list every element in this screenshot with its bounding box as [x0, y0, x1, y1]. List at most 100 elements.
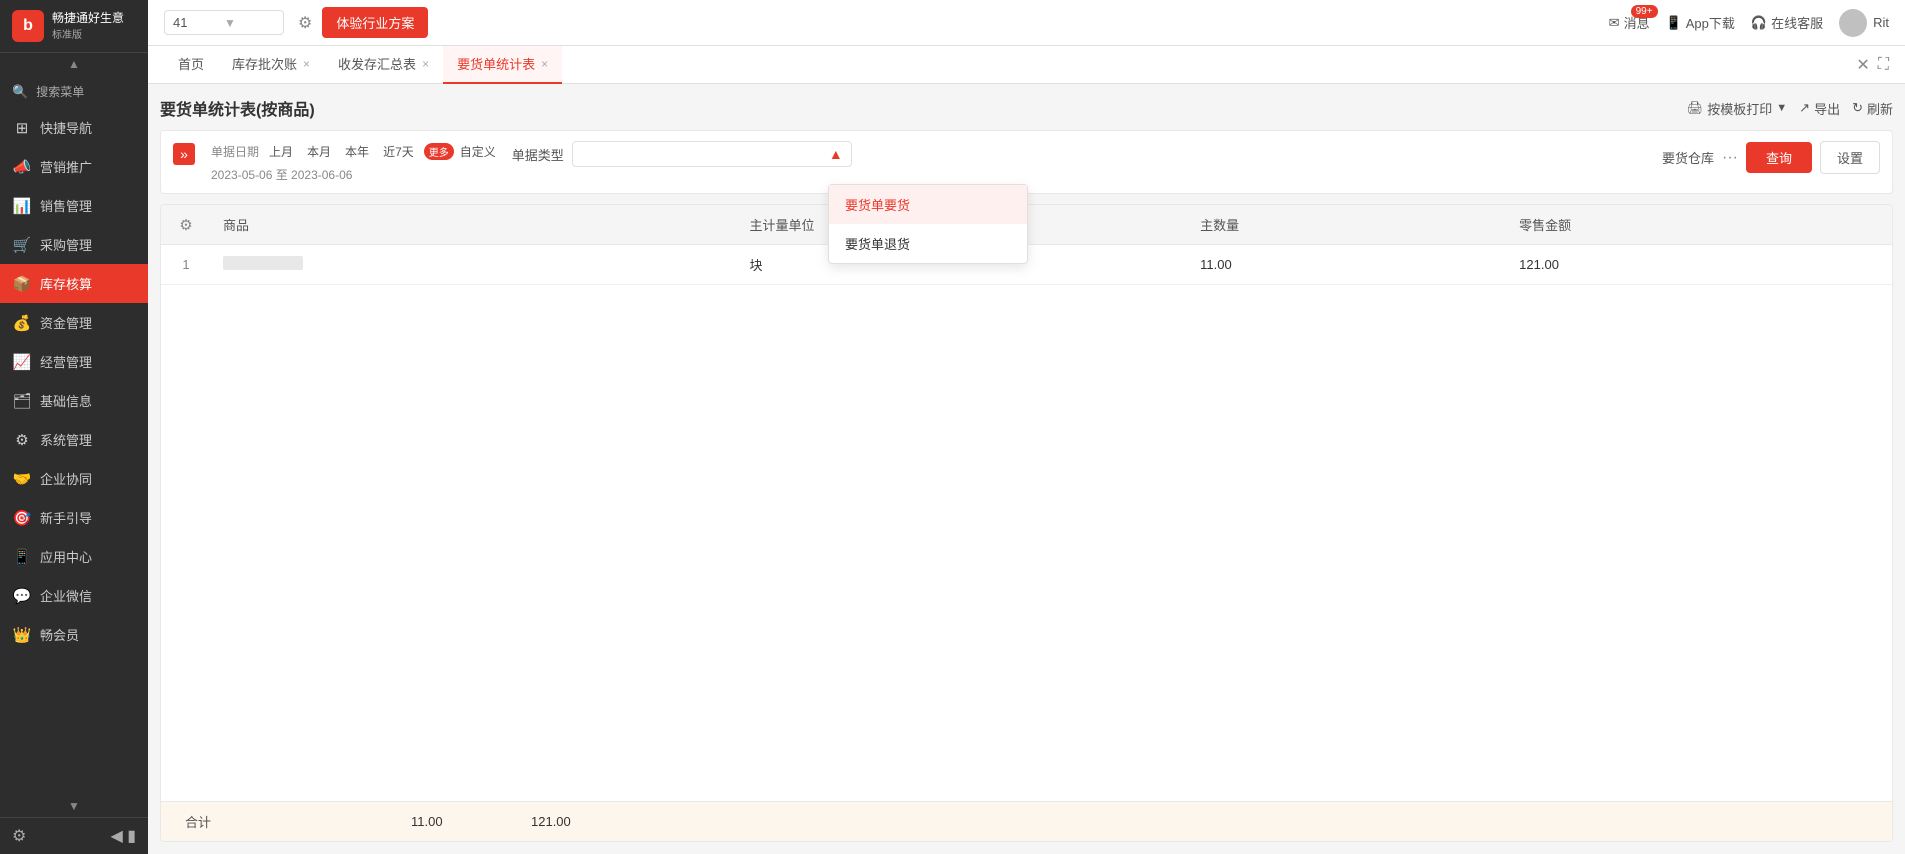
footer-amount: 121.00: [519, 814, 599, 829]
sidebar-item-finance[interactable]: 💰 资金管理: [0, 303, 148, 342]
avatar: [1839, 9, 1867, 37]
app-download-btn[interactable]: 📱 App下载: [1666, 13, 1735, 32]
tab-batch-account[interactable]: 库存批次账 ×: [218, 46, 324, 84]
sidebar-item-label: 采购管理: [40, 235, 92, 254]
table-container: ⚙ 商品 主计量单位 主数量 零售金额 1 块: [160, 204, 1893, 842]
table-settings-icon[interactable]: ⚙: [179, 217, 192, 234]
dropdown-item-order-goods[interactable]: 要货单要货: [829, 185, 1027, 224]
filter-date-7days[interactable]: 近7天: [379, 141, 418, 162]
filter-date-last-month[interactable]: 上月: [265, 141, 297, 162]
cell-amount: 121.00: [1507, 245, 1892, 285]
message-btn[interactable]: ✉ 消息 99+: [1609, 13, 1650, 32]
filter-doc-type-arrow[interactable]: ▲: [829, 146, 843, 162]
sidebar-nav: ⊞ 快捷导航 📣 营销推广 📊 销售管理 🛒 采购管理 📦 库存核算 💰 资金管…: [0, 108, 148, 795]
sidebar-item-label: 应用中心: [40, 547, 92, 566]
export-label: 导出: [1814, 99, 1840, 118]
sidebar-scroll-down[interactable]: ▼: [0, 795, 148, 817]
online-service-btn[interactable]: 🎧 在线客服: [1751, 13, 1823, 32]
cell-product: [211, 245, 738, 285]
col-amount: 零售金额: [1507, 205, 1892, 245]
message-badge: 99+: [1631, 5, 1658, 18]
logo-name: 畅捷通好生意: [52, 11, 124, 27]
sidebar-item-system[interactable]: ⚙ 系统管理: [0, 420, 148, 459]
sidebar-item-quick-nav[interactable]: ⊞ 快捷导航: [0, 108, 148, 147]
sidebar-footer: ⚙ ◀ ▮: [0, 817, 148, 854]
sidebar-item-marketing[interactable]: 📣 营销推广: [0, 147, 148, 186]
tab-close-btn[interactable]: ✕: [1856, 55, 1869, 75]
purchase-icon: 🛒: [12, 236, 32, 254]
sidebar-item-label: 营销推广: [40, 157, 92, 176]
filter-date-this-month[interactable]: 本月: [303, 141, 335, 162]
tab-receipt-summary-close[interactable]: ×: [422, 57, 429, 71]
collapse-footer-icon[interactable]: ◀ ▮: [110, 826, 136, 846]
filter-date-more-badge[interactable]: 更多: [424, 143, 454, 160]
tab-order-stats-close[interactable]: ×: [541, 57, 548, 71]
export-btn[interactable]: ↗ 导出: [1799, 99, 1840, 118]
sidebar-item-member[interactable]: 👑 畅会员: [0, 615, 148, 654]
sidebar-item-enterprise[interactable]: 🤝 企业协同: [0, 459, 148, 498]
footer-label: 合计: [173, 812, 399, 831]
dropdown-item-order-return[interactable]: 要货单退货: [829, 224, 1027, 263]
member-icon: 👑: [12, 626, 32, 644]
tab-receipt-summary[interactable]: 收发存汇总表 ×: [324, 46, 443, 84]
logo-icon: b: [12, 10, 44, 42]
sidebar-item-label: 销售管理: [40, 196, 92, 215]
tab-home[interactable]: 首页: [164, 46, 218, 84]
col-qty: 主数量: [1188, 205, 1507, 245]
filter-settings-btn[interactable]: 设置: [1820, 141, 1880, 174]
filter-more-btn[interactable]: ···: [1722, 149, 1738, 167]
filter-doc-type-group: 单据类型 ▲: [512, 141, 852, 167]
company-select[interactable]: 41 ▼: [164, 10, 284, 35]
user-avatar-area[interactable]: Rit: [1839, 9, 1889, 37]
settings-footer-icon[interactable]: ⚙: [12, 826, 26, 846]
sidebar-item-operations[interactable]: 📈 经营管理: [0, 342, 148, 381]
page-header: 要货单统计表(按商品) 🖨 按模板打印 ▼ ↗ 导出 ↻ 刷新: [160, 96, 1893, 120]
trial-btn[interactable]: 体验行业方案: [322, 7, 428, 38]
service-icon: 🎧: [1751, 15, 1767, 31]
cell-qty: 11.00: [1188, 245, 1507, 285]
print-btn[interactable]: 🖨 按模板打印 ▼: [1687, 99, 1787, 118]
tab-receipt-summary-label: 收发存汇总表: [338, 54, 416, 73]
sidebar-item-app-center[interactable]: 📱 应用中心: [0, 537, 148, 576]
filter-doc-type-select[interactable]: ▲: [572, 141, 852, 167]
filter-warehouse-label: 要货仓库: [1662, 148, 1714, 167]
filter-doc-type-label: 单据类型: [512, 145, 564, 164]
search-icon: 🔍: [12, 84, 28, 100]
sidebar-item-sales[interactable]: 📊 销售管理: [0, 186, 148, 225]
filter-query-btn[interactable]: 查询: [1746, 142, 1812, 173]
sidebar-item-label: 资金管理: [40, 313, 92, 332]
sidebar-item-label: 畅会员: [40, 625, 79, 644]
table-footer: 合计 11.00 121.00: [161, 801, 1892, 841]
topbar-settings-icon[interactable]: ⚙: [298, 13, 312, 33]
print-icon: 🖨: [1687, 100, 1704, 116]
tab-order-stats[interactable]: 要货单统计表 ×: [443, 46, 562, 84]
tab-order-stats-label: 要货单统计表: [457, 54, 535, 73]
filter-doc-type-input[interactable]: [581, 147, 829, 162]
sidebar-item-label: 经营管理: [40, 352, 92, 371]
refresh-icon: ↻: [1852, 100, 1863, 116]
sidebar-search-label: 搜索菜单: [36, 83, 84, 100]
filter-date-custom[interactable]: 自定义: [460, 143, 496, 160]
sidebar-item-guide[interactable]: 🎯 新手引导: [0, 498, 148, 537]
sidebar-item-basic-info[interactable]: 🗂 基础信息: [0, 381, 148, 420]
filter-expand-btn[interactable]: »: [173, 143, 195, 165]
quick-nav-icon: ⊞: [12, 119, 32, 137]
page-header-actions: 🖨 按模板打印 ▼ ↗ 导出 ↻ 刷新: [1687, 99, 1893, 118]
footer-qty: 11.00: [399, 814, 519, 829]
tab-expand-btn[interactable]: ⛶: [1878, 56, 1889, 74]
sidebar-search[interactable]: 🔍 搜索菜单: [0, 75, 148, 108]
app-label: App下载: [1686, 13, 1735, 32]
filter-date-this-year[interactable]: 本年: [341, 141, 373, 162]
sidebar-item-label: 系统管理: [40, 430, 92, 449]
filter-date-range: 2023-05-06 至 2023-06-06: [211, 168, 352, 182]
sidebar-scroll-up[interactable]: ▲: [0, 53, 148, 75]
sidebar-item-purchase[interactable]: 🛒 采购管理: [0, 225, 148, 264]
tab-batch-account-close[interactable]: ×: [303, 57, 310, 71]
sidebar-item-inventory[interactable]: 📦 库存核算: [0, 264, 148, 303]
sidebar-item-label: 基础信息: [40, 391, 92, 410]
sidebar-item-wechat[interactable]: 💬 企业微信: [0, 576, 148, 615]
product-placeholder: [223, 256, 303, 270]
sidebar-item-label: 快捷导航: [40, 118, 92, 137]
page-title: 要货单统计表(按商品): [160, 96, 315, 120]
refresh-btn[interactable]: ↻ 刷新: [1852, 99, 1893, 118]
